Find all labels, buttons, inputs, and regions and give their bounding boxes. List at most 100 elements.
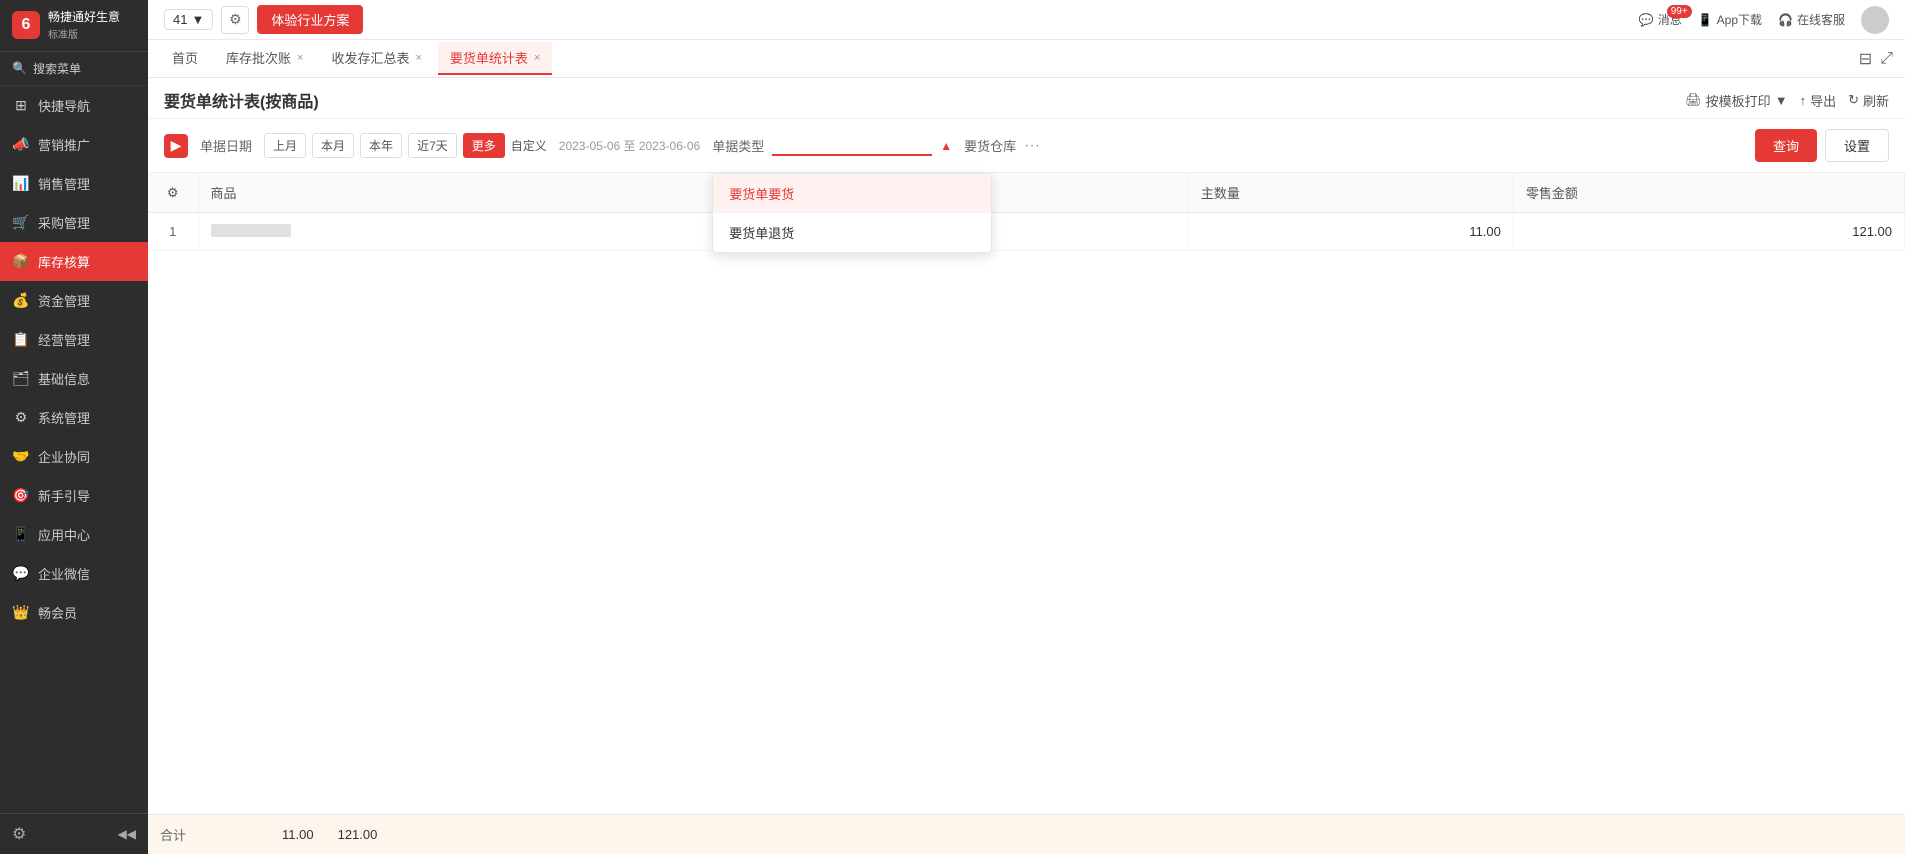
- wechat-icon: 💬: [12, 565, 30, 582]
- query-button[interactable]: 查询: [1755, 129, 1817, 162]
- export-button[interactable]: ↑ 导出: [1800, 91, 1837, 110]
- cell-qty: 11.00: [1188, 213, 1513, 251]
- date-more[interactable]: 更多: [463, 133, 505, 158]
- date-filter-group: 上月 本月 本年 近7天 更多 自定义: [264, 133, 547, 158]
- sidebar-logo: 6 畅捷通好生意 标准版: [0, 0, 148, 52]
- sidebar-item-quick-nav[interactable]: ⊞ 快捷导航: [0, 86, 148, 125]
- industry-button[interactable]: 体验行业方案: [257, 5, 363, 34]
- sidebar-item-label: 经营管理: [38, 330, 90, 349]
- cell-amount: 121.00: [1513, 213, 1904, 251]
- dropdown-item-order-goods[interactable]: 要货单要货: [713, 174, 991, 213]
- tab-receivables-close[interactable]: ×: [415, 52, 421, 64]
- guide-icon: 🎯: [12, 487, 30, 504]
- sidebar-item-label: 应用中心: [38, 525, 90, 544]
- app-icon: 📱: [1698, 13, 1713, 27]
- tab-order-stats[interactable]: 要货单统计表 ×: [438, 42, 552, 75]
- tabs-right: ⊟ ⤢: [1859, 49, 1893, 69]
- print-button[interactable]: 🖨 按模板打印 ▼: [1685, 91, 1787, 110]
- tab-inventory-batch-close[interactable]: ×: [297, 52, 303, 64]
- sidebar-item-label: 采购管理: [38, 213, 90, 232]
- export-icon: ↑: [1800, 93, 1807, 108]
- enterprise-icon: 🤝: [12, 448, 30, 465]
- sidebar-item-sales[interactable]: 📊 销售管理: [0, 164, 148, 203]
- print-icon: 🖨: [1685, 92, 1702, 108]
- system-icon: ⚙: [12, 409, 30, 426]
- sidebar-item-guide[interactable]: 🎯 新手引导: [0, 476, 148, 515]
- store-dropdown-icon: ▼: [191, 12, 204, 27]
- date-7days[interactable]: 近7天: [408, 133, 457, 158]
- refresh-button[interactable]: ↻ 刷新: [1848, 91, 1889, 110]
- user-avatar[interactable]: [1861, 6, 1889, 34]
- tabs-expand-button[interactable]: ⊟: [1859, 49, 1872, 69]
- sidebar-collapse-btn[interactable]: ◀◀: [118, 827, 136, 841]
- refresh-label: 刷新: [1863, 91, 1889, 110]
- sidebar-item-marketing[interactable]: 📣 营销推广: [0, 125, 148, 164]
- app-download-button[interactable]: 📱 App下载: [1698, 11, 1762, 28]
- header-right: 💬 消息 99+ 📱 App下载 🎧 在线客服: [1639, 6, 1889, 34]
- tab-home[interactable]: 首页: [160, 42, 210, 75]
- type-filter-input[interactable]: [772, 135, 932, 156]
- sidebar-settings-icon[interactable]: ⚙: [12, 824, 26, 844]
- logo-icon: 6: [12, 11, 40, 39]
- date-custom[interactable]: 自定义: [511, 137, 547, 154]
- data-table: ⚙ 商品 主计量单位 主数量 零售金额 1 块 11.00 121.00: [148, 173, 1905, 251]
- sidebar-item-operation[interactable]: 📋 经营管理: [0, 320, 148, 359]
- date-this-year[interactable]: 本年: [360, 133, 402, 158]
- store-selector[interactable]: 41 ▼: [164, 9, 213, 30]
- sidebar-item-finance[interactable]: 💰 资金管理: [0, 281, 148, 320]
- table-footer: 合计 11.00 121.00: [148, 814, 1905, 854]
- tabs-fullscreen-button[interactable]: ⤢: [1880, 50, 1893, 68]
- settings-button[interactable]: ⚙: [221, 6, 249, 34]
- table-header-row: ⚙ 商品 主计量单位 主数量 零售金额: [148, 173, 1905, 213]
- table-row: 1 块 11.00 121.00: [148, 213, 1905, 251]
- tab-home-label: 首页: [172, 48, 198, 67]
- type-filter-arrow[interactable]: ▲: [940, 139, 952, 153]
- inventory-icon: 📦: [12, 253, 30, 270]
- date-this-month[interactable]: 本月: [312, 133, 354, 158]
- tab-receivables[interactable]: 收发存汇总表 ×: [319, 42, 433, 75]
- quick-nav-icon: ⊞: [12, 97, 30, 114]
- search-icon: 🔍: [12, 61, 27, 75]
- sidebar-item-label: 资金管理: [38, 291, 90, 310]
- col-header-settings[interactable]: ⚙: [148, 173, 198, 213]
- tab-inventory-batch[interactable]: 库存批次账 ×: [214, 42, 315, 75]
- messages-badge: 99+: [1667, 5, 1692, 18]
- sidebar-item-appstore[interactable]: 📱 应用中心: [0, 515, 148, 554]
- gear-icon: ⚙: [229, 11, 242, 28]
- logo-name: 畅捷通好生意: [48, 10, 120, 26]
- sidebar-item-enterprise[interactable]: 🤝 企业协同: [0, 437, 148, 476]
- tab-receivables-label: 收发存汇总表: [331, 48, 409, 67]
- sidebar-search[interactable]: 🔍 搜索菜单: [0, 52, 148, 86]
- tab-order-stats-close[interactable]: ×: [534, 52, 540, 64]
- dropdown-item-order-return[interactable]: 要货单退货: [713, 213, 991, 252]
- support-icon: 🎧: [1778, 13, 1793, 27]
- main-content: 41 ▼ ⚙ 体验行业方案 💬 消息 99+ 📱 App下载 🎧 在线客服: [148, 0, 1905, 854]
- sidebar-item-inventory[interactable]: 📦 库存核算: [0, 242, 148, 281]
- filter-expand-button[interactable]: ▶: [164, 134, 188, 158]
- refresh-icon: ↻: [1848, 92, 1859, 108]
- filter-bar: ▶ 单据日期 上月 本月 本年 近7天 更多 自定义 2023-05-06 至 …: [148, 119, 1905, 173]
- sidebar-item-basic[interactable]: 🗂 基础信息: [0, 359, 148, 398]
- sidebar-item-label: 快捷导航: [38, 96, 90, 115]
- date-last-month[interactable]: 上月: [264, 133, 306, 158]
- filter-actions: 查询 设置: [1755, 129, 1889, 162]
- cell-product: [198, 213, 731, 251]
- sidebar-item-wechat[interactable]: 💬 企业微信: [0, 554, 148, 593]
- set-button[interactable]: 设置: [1825, 129, 1889, 162]
- operation-icon: 📋: [12, 331, 30, 348]
- messages-button[interactable]: 💬 消息 99+: [1639, 11, 1682, 28]
- warehouse-filter-label: 要货仓库: [964, 136, 1016, 155]
- warehouse-filter-dots[interactable]: ···: [1024, 137, 1040, 155]
- type-dropdown: 要货单要货 要货单退货: [712, 173, 992, 253]
- sidebar: 6 畅捷通好生意 标准版 🔍 搜索菜单 ⊞ 快捷导航 📣 营销推广 📊 销售管理…: [0, 0, 148, 854]
- footer-label: 合计: [160, 825, 186, 844]
- col-header-qty: 主数量: [1188, 173, 1513, 213]
- store-name: 41: [173, 12, 187, 27]
- sales-icon: 📊: [12, 175, 30, 192]
- sidebar-item-system[interactable]: ⚙ 系统管理: [0, 398, 148, 437]
- sidebar-item-purchase[interactable]: 🛒 采购管理: [0, 203, 148, 242]
- sidebar-item-member[interactable]: 👑 畅会员: [0, 593, 148, 632]
- support-button[interactable]: 🎧 在线客服: [1778, 11, 1845, 28]
- sidebar-item-label: 企业协同: [38, 447, 90, 466]
- support-label: 在线客服: [1797, 11, 1845, 28]
